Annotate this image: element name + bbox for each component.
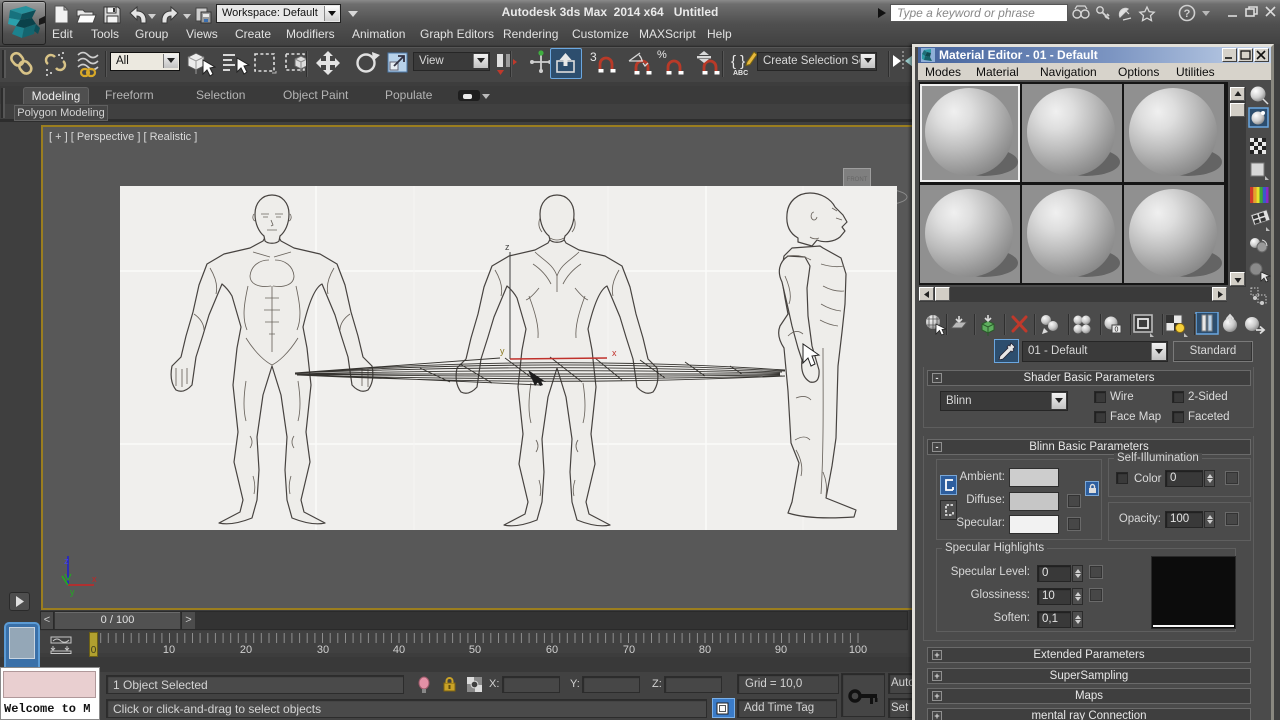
svg-text:y: y — [70, 587, 75, 597]
svg-text:y: y — [500, 346, 505, 356]
svg-text:z: z — [64, 556, 69, 566]
svg-text:%: % — [657, 49, 667, 61]
svg-text:ABC: ABC — [733, 70, 748, 77]
svg-text:x: x — [612, 348, 617, 358]
svg-text:z: z — [505, 242, 510, 252]
svg-text:0: 0 — [1115, 327, 1119, 334]
svg-text:x: x — [92, 574, 97, 584]
svg-text:?: ? — [1184, 8, 1191, 20]
svg-text:{ }: { } — [731, 53, 745, 70]
svg-text:3: 3 — [590, 50, 597, 64]
